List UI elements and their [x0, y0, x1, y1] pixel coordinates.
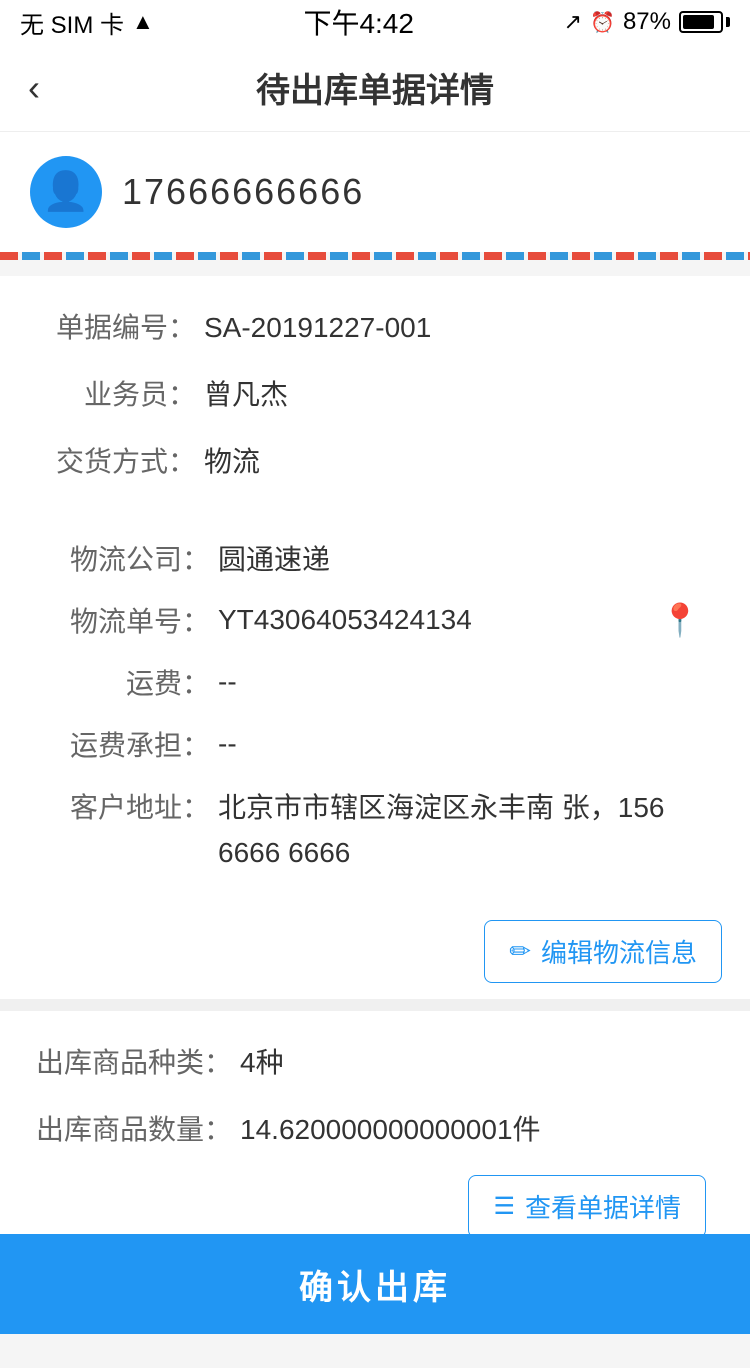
battery-indicator	[679, 11, 730, 33]
freight-value: --	[210, 666, 700, 698]
goods-types-label: 出库商品种类：	[36, 1041, 232, 1086]
customer-header: 👤 17666666666	[0, 132, 750, 252]
dashed-divider	[0, 252, 750, 260]
logistics-tracking-label: 物流单号：	[50, 600, 210, 640]
map-location-icon[interactable]: 📍	[660, 601, 700, 639]
logistics-company-row: 物流公司： 圆通速递	[50, 538, 700, 578]
user-icon: 👤	[42, 170, 89, 214]
logistics-company-label: 物流公司：	[50, 538, 210, 578]
freight-row: 运费： --	[50, 662, 700, 702]
logistics-tracking-row: 物流单号： YT43064053424134 📍	[50, 600, 700, 640]
list-icon: ☰	[493, 1192, 515, 1221]
order-info-section: 单据编号： SA-20191227-001 业务员： 曾凡杰 交货方式： 物流	[0, 276, 750, 514]
carrier-label: 无 SIM 卡	[20, 5, 124, 40]
freight-bearer-row: 运费承担： --	[50, 724, 700, 764]
nav-bar: ‹ 待出库单据详情	[0, 44, 750, 132]
delivery-row: 交货方式： 物流	[36, 440, 714, 485]
salesman-value: 曾凡杰	[196, 373, 714, 418]
delivery-value: 物流	[196, 440, 714, 485]
customer-phone: 17666666666	[122, 171, 364, 213]
goods-quantity-value: 14.620000000000001件	[232, 1108, 714, 1153]
address-label: 客户地址：	[50, 786, 210, 826]
confirm-outbound-button[interactable]: 确认出库	[0, 1234, 750, 1334]
avatar: 👤	[30, 156, 102, 228]
logistics-card: 物流公司： 圆通速递 物流单号： YT43064053424134 📍 运费： …	[20, 514, 730, 900]
status-left: 无 SIM 卡 ▲	[20, 5, 154, 40]
logistics-company-value: 圆通速递	[210, 538, 700, 578]
address-value: 北京市市辖区海淀区永丰南 张，156 6666 6666	[210, 786, 700, 876]
order-number-label: 单据编号：	[36, 306, 196, 351]
page-title: 待出库单据详情	[256, 63, 494, 112]
detail-btn-label: 查看单据详情	[525, 1188, 681, 1225]
status-bar: 无 SIM 卡 ▲ 下午4:42 ↗ ⏰ 87%	[0, 0, 750, 44]
detail-btn-row: ☰ 查看单据详情	[36, 1175, 714, 1238]
view-detail-button[interactable]: ☰ 查看单据详情	[468, 1175, 706, 1238]
battery-label: 87%	[623, 8, 671, 36]
wifi-icon: ▲	[132, 9, 154, 35]
goods-quantity-row: 出库商品数量： 14.620000000000001件	[36, 1108, 714, 1153]
location-status-icon: ↗	[564, 9, 582, 35]
goods-types-row: 出库商品种类： 4种	[36, 1041, 714, 1086]
freight-bearer-label: 运费承担：	[50, 724, 210, 764]
order-number-value: SA-20191227-001	[196, 306, 714, 351]
status-time: 下午4:42	[303, 2, 414, 42]
goods-quantity-label: 出库商品数量：	[36, 1108, 232, 1153]
edit-logistics-button[interactable]: ✏ 编辑物流信息	[484, 920, 722, 983]
edit-btn-row: ✏ 编辑物流信息	[20, 920, 730, 983]
delivery-label: 交货方式：	[36, 440, 196, 485]
alarm-icon: ⏰	[590, 10, 615, 35]
freight-label: 运费：	[50, 662, 210, 702]
edit-icon: ✏	[509, 936, 531, 967]
status-right: ↗ ⏰ 87%	[564, 8, 730, 36]
section-separator	[0, 999, 750, 1011]
logistics-tracking-value: YT43064053424134	[210, 604, 648, 636]
edit-btn-label: 编辑物流信息	[541, 933, 697, 970]
salesman-label: 业务员：	[36, 373, 196, 418]
goods-section: 出库商品种类： 4种 出库商品数量： 14.620000000000001件 ☰…	[0, 1011, 750, 1268]
freight-bearer-value: --	[210, 728, 700, 760]
order-number-row: 单据编号： SA-20191227-001	[36, 306, 714, 351]
back-button[interactable]: ‹	[28, 67, 40, 109]
address-row: 客户地址： 北京市市辖区海淀区永丰南 张，156 6666 6666	[50, 786, 700, 876]
goods-types-value: 4种	[232, 1041, 714, 1086]
salesman-row: 业务员： 曾凡杰	[36, 373, 714, 418]
bottom-area: 确认出库	[0, 1234, 750, 1334]
